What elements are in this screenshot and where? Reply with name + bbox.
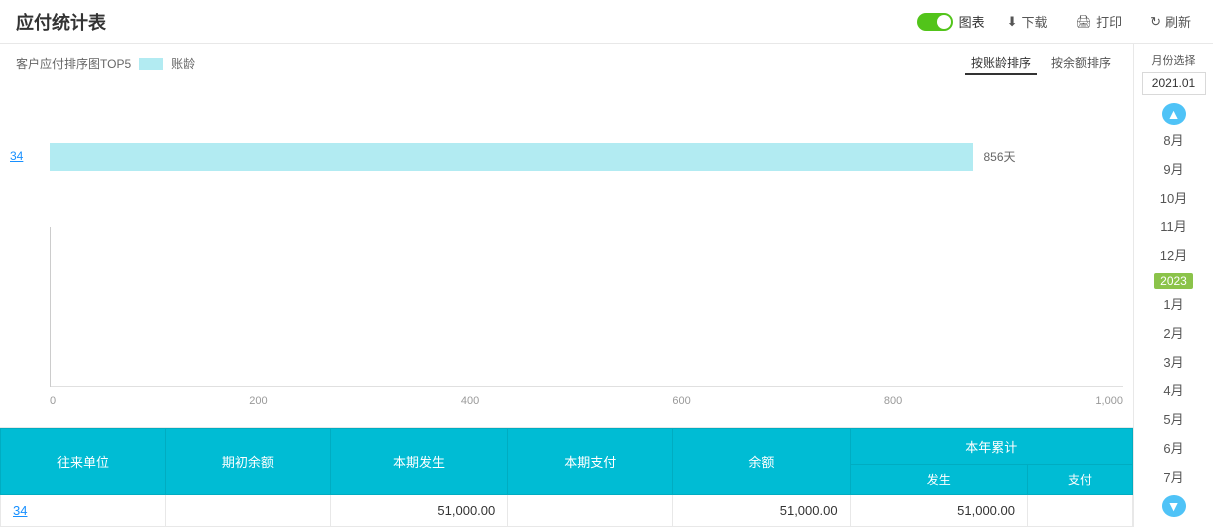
legend-box bbox=[139, 58, 163, 70]
download-button[interactable]: ⬇ 下载 bbox=[1001, 10, 1054, 33]
cell-yue: 51,000.00 bbox=[673, 495, 850, 527]
bar-value: 856天 bbox=[984, 148, 1016, 165]
main-content: 客户应付排序图TOP5 账龄 按账龄排序 按余额排序 34 856天 bbox=[0, 44, 1213, 527]
refresh-label: 刷新 bbox=[1165, 12, 1191, 31]
col-leiji-fasheng: 发生 bbox=[850, 465, 1027, 495]
chart-section: 客户应付排序图TOP5 账龄 按账龄排序 按余额排序 34 856天 bbox=[0, 44, 1133, 527]
data-table: 往来单位 期初余额 本期发生 本期支付 余额 本年累计 发生 支付 bbox=[0, 428, 1133, 527]
col-leiji-zhifu: 支付 bbox=[1027, 465, 1132, 495]
chart-toggle[interactable] bbox=[917, 13, 953, 31]
cell-unit: 34 bbox=[1, 495, 166, 527]
bar-fill bbox=[50, 143, 973, 171]
sort-by-balance-btn[interactable]: 按余额排序 bbox=[1045, 52, 1117, 75]
refresh-button[interactable]: ↻ 刷新 bbox=[1144, 10, 1197, 33]
grid-lines bbox=[50, 227, 1123, 387]
chart-header: 客户应付排序图TOP5 账龄 按账龄排序 按余额排序 bbox=[0, 44, 1133, 83]
refresh-icon: ↻ bbox=[1150, 14, 1161, 30]
x-label-800: 800 bbox=[884, 395, 902, 407]
col-unit: 往来单位 bbox=[1, 429, 166, 495]
sidebar-title: 月份选择 bbox=[1152, 52, 1196, 68]
bar-row: 34 856天 bbox=[50, 143, 1123, 171]
year-badge[interactable]: 2023 bbox=[1154, 273, 1193, 289]
download-icon: ⬇ bbox=[1007, 14, 1018, 30]
right-sidebar: 月份选择 ▲ 8月 9月 10月 11月 12月 2023 1月 2月 3月 4… bbox=[1133, 44, 1213, 527]
bar-chart: 34 856天 0 200 400 600 800 1,000 bbox=[0, 83, 1133, 427]
col-yue: 余额 bbox=[673, 429, 850, 495]
scroll-down-btn[interactable]: ▼ bbox=[1162, 495, 1186, 517]
month-12[interactable]: 12月 bbox=[1134, 242, 1213, 271]
month-9[interactable]: 9月 bbox=[1134, 156, 1213, 185]
col-qichu: 期初余额 bbox=[165, 429, 330, 495]
page-title: 应付统计表 bbox=[16, 9, 106, 35]
cell-fasheng: 51,000.00 bbox=[330, 495, 507, 527]
chart-sort: 按账龄排序 按余额排序 bbox=[965, 52, 1117, 75]
cell-leiji-fasheng: 51,000.00 bbox=[850, 495, 1027, 527]
bar-label[interactable]: 34 bbox=[10, 149, 23, 163]
chart-toggle-label: 图表 bbox=[959, 12, 985, 31]
scroll-up-btn[interactable]: ▲ bbox=[1162, 103, 1186, 125]
download-label: 下载 bbox=[1022, 12, 1048, 31]
col-zhifu: 本期支付 bbox=[508, 429, 673, 495]
month-3[interactable]: 3月 bbox=[1134, 349, 1213, 378]
month-6[interactable]: 6月 bbox=[1134, 435, 1213, 464]
print-button[interactable]: 🖨 打印 bbox=[1070, 10, 1129, 33]
month-8[interactable]: 8月 bbox=[1134, 127, 1213, 156]
legend-title: 客户应付排序图TOP5 bbox=[16, 55, 131, 72]
x-label-1000: 1,000 bbox=[1095, 395, 1123, 407]
year-input[interactable] bbox=[1142, 72, 1206, 95]
print-icon: 🖨 bbox=[1076, 14, 1093, 30]
month-1[interactable]: 1月 bbox=[1134, 291, 1213, 320]
x-label-400: 400 bbox=[461, 395, 479, 407]
col-fasheng: 本期发生 bbox=[330, 429, 507, 495]
table-wrapper: 往来单位 期初余额 本期发生 本期支付 余额 本年累计 发生 支付 bbox=[0, 428, 1133, 527]
app-container: 应付统计表 图表 ⬇ 下载 🖨 打印 ↻ 刷新 bbox=[0, 0, 1213, 527]
table-section: 往来单位 期初余额 本期发生 本期支付 余额 本年累计 发生 支付 bbox=[0, 427, 1133, 527]
month-5[interactable]: 5月 bbox=[1134, 406, 1213, 435]
month-4[interactable]: 4月 bbox=[1134, 377, 1213, 406]
x-label-0: 0 bbox=[50, 395, 56, 407]
month-2[interactable]: 2月 bbox=[1134, 320, 1213, 349]
col-leiji-group: 本年累计 bbox=[850, 429, 1132, 465]
cell-qichu bbox=[165, 495, 330, 527]
x-axis: 0 200 400 600 800 1,000 bbox=[50, 395, 1123, 407]
print-label: 打印 bbox=[1096, 12, 1122, 31]
table-row: 34 51,000.00 51,000.00 51,000.00 bbox=[1, 495, 1133, 527]
x-label-200: 200 bbox=[249, 395, 267, 407]
x-label-600: 600 bbox=[672, 395, 690, 407]
chart-legend: 客户应付排序图TOP5 账龄 bbox=[16, 55, 195, 72]
month-10[interactable]: 10月 bbox=[1134, 185, 1213, 214]
unit-link[interactable]: 34 bbox=[13, 503, 27, 518]
month-11[interactable]: 11月 bbox=[1134, 213, 1213, 242]
header: 应付统计表 图表 ⬇ 下载 🖨 打印 ↻ 刷新 bbox=[0, 0, 1213, 44]
cell-zhifu bbox=[508, 495, 673, 527]
chart-toggle-container: 图表 bbox=[917, 12, 985, 31]
legend-box-label: 账龄 bbox=[171, 55, 195, 72]
table-header-row: 往来单位 期初余额 本期发生 本期支付 余额 本年累计 bbox=[1, 429, 1133, 465]
header-actions: 图表 ⬇ 下载 🖨 打印 ↻ 刷新 bbox=[917, 10, 1197, 33]
cell-leiji-zhifu bbox=[1027, 495, 1132, 527]
sort-by-age-btn[interactable]: 按账龄排序 bbox=[965, 52, 1037, 75]
month-7[interactable]: 7月 bbox=[1134, 464, 1213, 493]
